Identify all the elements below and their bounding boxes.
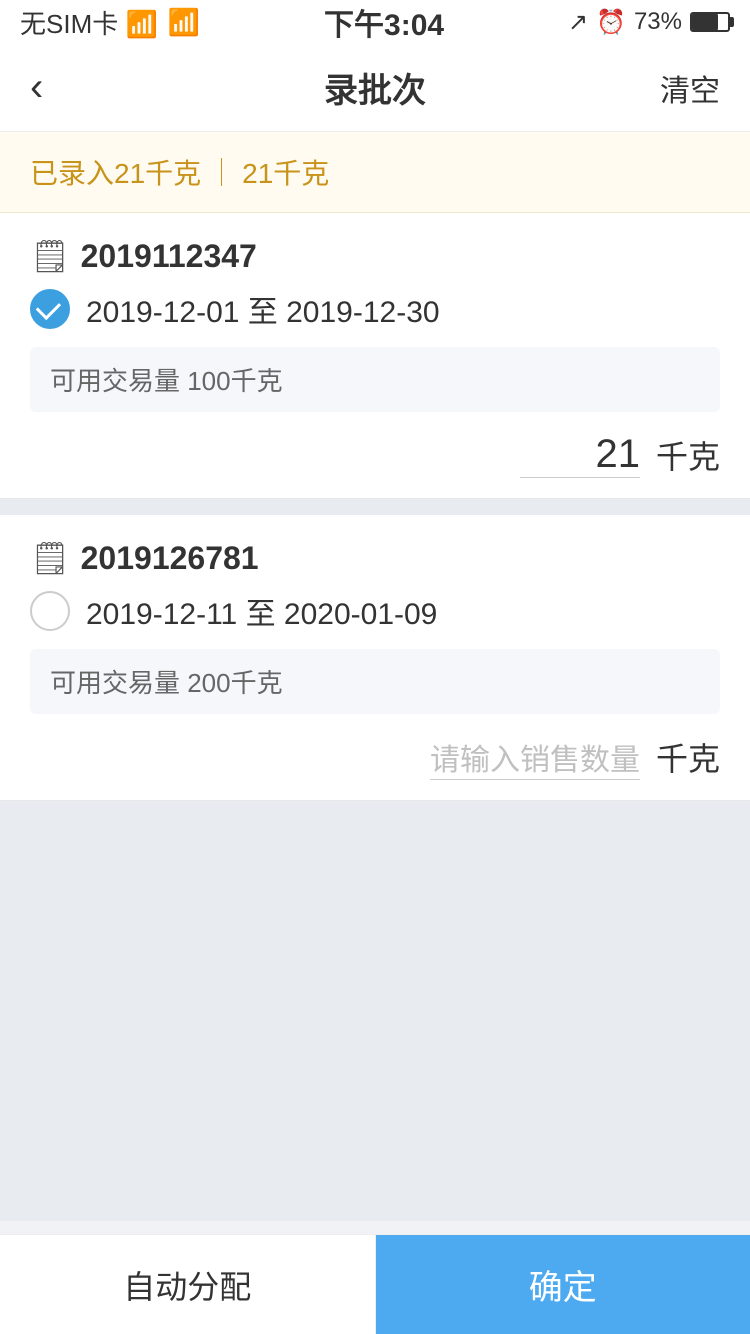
sim-text: 无SIM卡 📶 [20,4,158,41]
batch-icon-1: 🗒 [30,237,71,275]
batch-id-1: 2019112347 [81,238,257,275]
available-qty-box-2: 可用交易量 200千克 [30,649,720,714]
battery-icon [690,12,730,32]
batch-date-2: 2019-12-11 至 2020-01-09 [86,589,437,633]
radio-button-2[interactable] [30,591,70,631]
section-separator-1 [0,499,750,515]
qty-value-1: 21 [595,432,640,476]
batch-card-2: 🗒 2019126781 2019-12-11 至 2020-01-09 可用交… [0,515,750,801]
batch-card-1: 🗒 2019112347 2019-12-01 至 2019-12-30 可用交… [0,213,750,499]
summary-banner: 已录入21千克 21千克 [0,132,750,213]
batch-icon-2: 🗒 [30,539,71,577]
empty-area [0,801,750,1221]
page-title: 录批次 [324,63,426,112]
qty-unit-1: 千克 [656,432,720,478]
location-icon: ↗ [568,8,588,37]
status-bar-left: 无SIM卡 📶 📶 [20,4,200,41]
bottom-bar: 自动分配 确定 [0,1234,750,1334]
auto-distribute-button[interactable]: 自动分配 [0,1235,376,1334]
recorded-amount: 已录入21千克 [30,152,201,192]
clear-button[interactable]: 清空 [660,66,720,110]
page-content: 🗒 2019112347 2019-12-01 至 2019-12-30 可用交… [0,213,750,1321]
available-qty-text-1: 可用交易量 100千克 [50,366,283,396]
qty-input-value-1[interactable]: 21 [520,432,640,478]
wifi-icon: 📶 [168,7,200,38]
status-time: 下午3:04 [324,0,444,44]
qty-input-row-1: 21 千克 [0,412,750,499]
available-qty-text-2: 可用交易量 200千克 [50,668,283,698]
battery-percent: 73% [634,8,682,36]
qty-unit-2: 千克 [656,734,720,780]
summary-divider [221,158,222,186]
nav-bar: ‹ 录批次 清空 [0,44,750,132]
batch-date-1: 2019-12-01 至 2019-12-30 [86,287,440,331]
radio-button-1[interactable] [30,289,70,329]
batch-id-2: 2019126781 [81,540,259,577]
confirm-button[interactable]: 确定 [376,1235,750,1334]
status-bar: 无SIM卡 📶 📶 下午3:04 ↗ ⏰ 73% [0,0,750,44]
batch-date-row-2[interactable]: 2019-12-11 至 2020-01-09 [30,589,720,633]
alarm-icon: ⏰ [596,8,626,37]
qty-placeholder-2: 请输入销售数量 [430,744,640,777]
status-bar-right: ↗ ⏰ 73% [568,8,730,37]
back-button[interactable]: ‹ [30,65,90,110]
batch-date-row-1[interactable]: 2019-12-01 至 2019-12-30 [30,287,720,331]
available-qty-box-1: 可用交易量 100千克 [30,347,720,412]
batch-id-row-2: 🗒 2019126781 [30,539,720,577]
qty-input-row-2: 请输入销售数量 千克 [0,714,750,801]
total-amount: 21千克 [242,152,329,192]
qty-input-field-2[interactable]: 请输入销售数量 [430,735,640,780]
batch-id-row-1: 🗒 2019112347 [30,237,720,275]
